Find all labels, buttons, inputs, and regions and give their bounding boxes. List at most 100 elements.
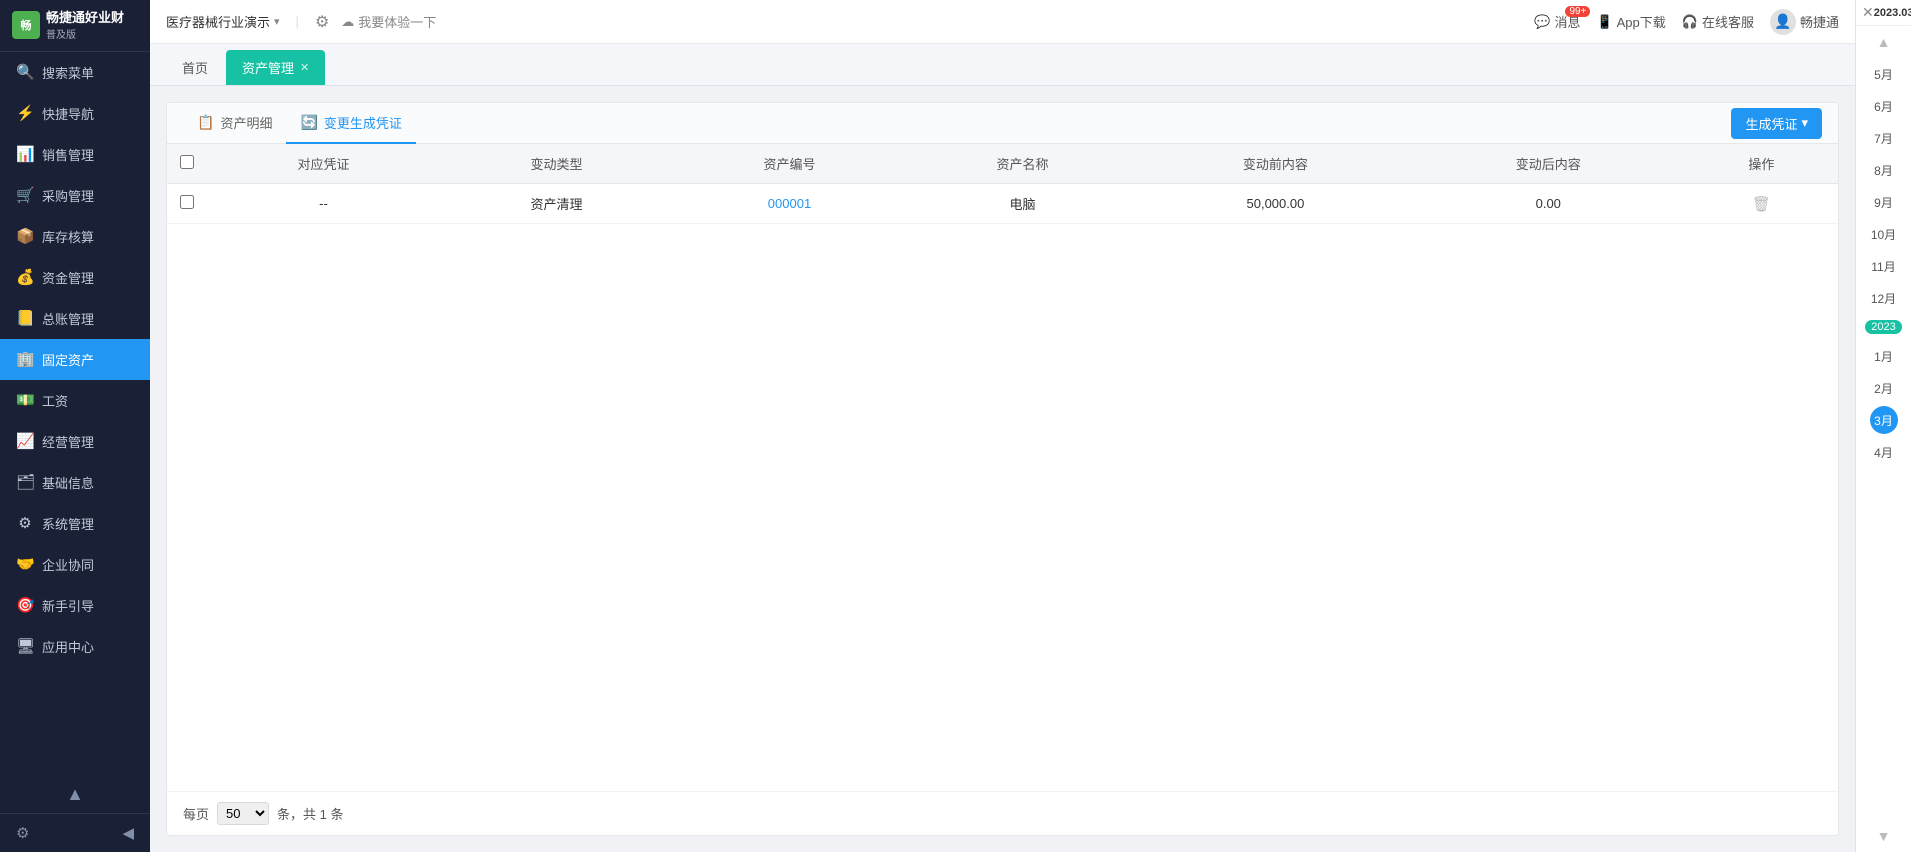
month-label[interactable]: 4月 (1856, 438, 1911, 466)
operations-icon: 📈 (16, 432, 34, 450)
payroll-icon: 💵 (16, 391, 34, 409)
sidebar-item-label: 快捷导航 (42, 104, 94, 123)
tab-close-icon[interactable]: ✕ (300, 61, 309, 74)
table-row: -- 资产清理 000001 电脑 50,000.00 0.00 🗑 (167, 184, 1838, 224)
col-asset-code: 资产编号 (673, 144, 906, 184)
sidebar-scroll-up[interactable]: ▲ (0, 776, 150, 813)
delete-icon[interactable]: 🗑 (1752, 196, 1771, 213)
support-btn[interactable]: 🎧 在线客服 (1682, 12, 1754, 31)
download-icon: 📱 (1596, 14, 1612, 30)
month-label[interactable]: 5月 (1856, 60, 1911, 88)
month-jul[interactable]: 7月 (1856, 122, 1911, 154)
right-panel: ✕ 2023.03 ⛶ ▲ 5月 6月 7月 8月 9月 10月 11月 12月… (1855, 0, 1911, 852)
sidebar-item-search[interactable]: 🔍 搜索菜单 (0, 52, 150, 93)
month-feb[interactable]: 2月 (1856, 372, 1911, 404)
chevron-down-icon: ▾ (274, 15, 280, 28)
sidebar-item-label: 经营管理 (42, 432, 94, 451)
scroll-down-icon[interactable]: ▼ (1877, 824, 1891, 848)
month-label[interactable]: 2月 (1856, 374, 1911, 402)
sidebar-scroll-up-btn[interactable]: ▲ (0, 780, 150, 809)
sidebar-item-purchase[interactable]: 🛒 采购管理 (0, 175, 150, 216)
topbar-settings-icon[interactable]: ⚙ (315, 12, 329, 32)
sidebar-item-ledger[interactable]: 📒 总账管理 (0, 298, 150, 339)
user-menu[interactable]: 👤 畅捷通 (1770, 9, 1839, 35)
topbar-right: 💬 消息 99+ 📱 App下载 🎧 在线客服 👤 畅捷通 (1534, 9, 1839, 35)
sidebar-item-funds[interactable]: 💰 资金管理 (0, 257, 150, 298)
month-nov[interactable]: 11月 (1856, 250, 1911, 282)
month-sep[interactable]: 9月 (1856, 186, 1911, 218)
sidebar-item-guide[interactable]: 🎯 新手引导 (0, 585, 150, 626)
separator: | (296, 14, 299, 29)
sidebar-item-system[interactable]: ⚙ 系统管理 (0, 503, 150, 544)
month-aug[interactable]: 8月 (1856, 154, 1911, 186)
content-area: 📋 资产明细 🔄 变更生成凭证 生成凭证 ▾ (150, 86, 1855, 852)
col-voucher-ref: 对应凭证 (207, 144, 440, 184)
card-tab-detail[interactable]: 📋 资产明细 (183, 103, 286, 144)
sidebar-item-collab[interactable]: 🤝 企业协同 (0, 544, 150, 585)
user-icon: 👤 (1774, 13, 1791, 30)
assets-tab-label: 资产管理 (242, 58, 294, 77)
month-mar[interactable]: 3月 (1856, 404, 1911, 436)
month-label[interactable]: 8月 (1856, 156, 1911, 184)
month-label[interactable]: 1月 (1856, 342, 1911, 370)
cell-after-change: 0.00 (1412, 184, 1685, 224)
row-checkbox[interactable] (180, 195, 194, 209)
settings-icon[interactable]: ⚙ (16, 824, 29, 842)
sidebar-item-label: 工资 (42, 391, 68, 410)
month-label-active[interactable]: 3月 (1870, 406, 1898, 434)
avatar: 👤 (1770, 9, 1796, 35)
experience-btn[interactable]: ☁ 我要体验一下 (341, 12, 436, 31)
tab-home[interactable]: 首页 (166, 50, 224, 85)
messages-btn[interactable]: 💬 消息 99+ (1534, 12, 1580, 31)
scroll-up-area[interactable]: ▲ (1877, 26, 1891, 58)
messages-badge: 99+ (1565, 6, 1590, 17)
tab-assets[interactable]: 资产管理 ✕ (226, 50, 325, 85)
detail-icon: 📋 (197, 114, 214, 131)
detail-tab-label: 资产明细 (220, 113, 272, 132)
month-label[interactable]: 11月 (1856, 252, 1911, 280)
cell-action[interactable]: 🗑 (1685, 184, 1838, 224)
month-jan[interactable]: 1月 (1856, 340, 1911, 372)
month-oct[interactable]: 10月 (1856, 218, 1911, 250)
month-label[interactable]: 9月 (1856, 188, 1911, 216)
download-btn[interactable]: 📱 App下载 (1596, 12, 1665, 31)
month-label[interactable]: 10月 (1856, 220, 1911, 248)
per-page-select[interactable]: 50 20 100 (217, 802, 269, 825)
panel-close-button[interactable]: ✕ (1862, 4, 1874, 21)
scroll-up-icon[interactable]: ▲ (1877, 30, 1891, 54)
messages-icon: 💬 (1534, 14, 1550, 30)
user-name: 畅捷通 (1800, 12, 1839, 31)
select-all-header[interactable] (167, 144, 207, 184)
select-all-checkbox[interactable] (180, 155, 194, 169)
sidebar-item-appstore[interactable]: 🖥 应用中心 (0, 626, 150, 667)
row-checkbox-cell[interactable] (167, 184, 207, 224)
month-label[interactable]: 12月 (1856, 284, 1911, 312)
month-label[interactable]: 7月 (1856, 124, 1911, 152)
sidebar-item-label: 基础信息 (42, 473, 94, 492)
sidebar-item-quicknav[interactable]: ⚡ 快捷导航 (0, 93, 150, 134)
month-may[interactable]: 5月 (1856, 58, 1911, 90)
scroll-down-area[interactable]: ▼ (1877, 820, 1891, 852)
system-icon: ⚙ (16, 514, 34, 532)
ledger-icon: 📒 (16, 309, 34, 327)
col-action: 操作 (1685, 144, 1838, 184)
company-selector[interactable]: 医疗器械行业演示 ▾ (166, 12, 280, 31)
month-dec[interactable]: 12月 (1856, 282, 1911, 314)
voucher-tab-label: 变更生成凭证 (324, 113, 402, 132)
card-tab-voucher[interactable]: 🔄 变更生成凭证 (286, 103, 415, 144)
month-jun[interactable]: 6月 (1856, 90, 1911, 122)
sidebar-item-basicinfo[interactable]: 🗂 基础信息 (0, 462, 150, 503)
month-label[interactable]: 6月 (1856, 92, 1911, 120)
sidebar-item-fixedassets[interactable]: 🏢 固定资产 (0, 339, 150, 380)
right-panel-scroll: 5月 6月 7月 8月 9月 10月 11月 12月 2023 1月 2月 3月… (1856, 58, 1911, 820)
sidebar-item-operations[interactable]: 📈 经营管理 (0, 421, 150, 462)
per-page-label: 每页 (183, 804, 209, 823)
collapse-icon[interactable]: ◀ (122, 824, 134, 842)
sidebar-item-inventory[interactable]: 📦 库存核算 (0, 216, 150, 257)
sidebar-item-payroll[interactable]: 💵 工资 (0, 380, 150, 421)
sidebar-logo: 畅 畅捷通好业财 普及版 (0, 0, 150, 52)
month-apr[interactable]: 4月 (1856, 436, 1911, 468)
sales-icon: 📊 (16, 145, 34, 163)
generate-voucher-button[interactable]: 生成凭证 ▾ (1731, 108, 1822, 139)
sidebar-item-sales[interactable]: 📊 销售管理 (0, 134, 150, 175)
